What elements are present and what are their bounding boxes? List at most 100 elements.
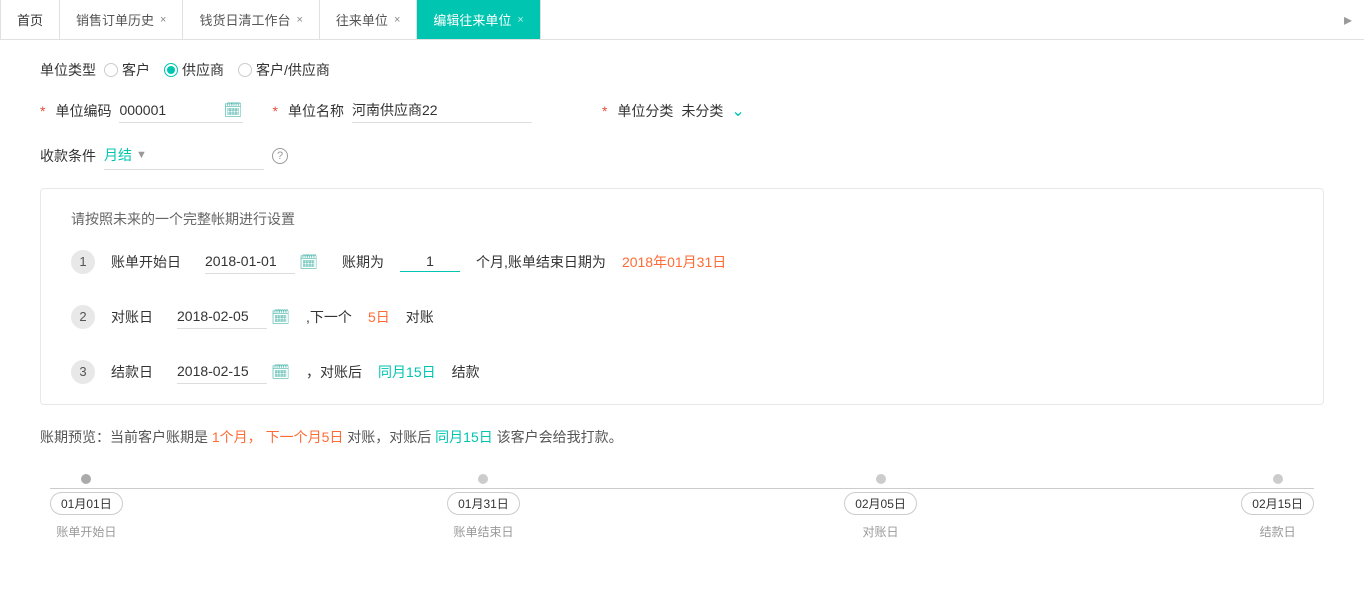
- timeline-dot-3: [876, 474, 886, 484]
- payment-help-icon[interactable]: ?: [272, 148, 288, 164]
- period-settings-box: 请按照未来的一个完整帐期进行设置 1 账单开始日 🗓 账期为 个月,账单结束日期…: [40, 188, 1324, 405]
- unit-class-value: 未分类: [681, 101, 723, 121]
- tab-partner[interactable]: 往来单位 ×: [320, 0, 417, 39]
- period-row-3: 3 结款日 🗓 ，对账后 同月15日 结款: [71, 359, 1293, 384]
- payment-field: 收款条件 月结 ▼ ?: [40, 141, 288, 170]
- tab-home-label: 首页: [17, 10, 43, 29]
- tab-sales-history[interactable]: 销售订单历史 ×: [60, 0, 183, 39]
- timeline-date-2: 01月31日: [447, 492, 520, 515]
- radio-customer[interactable]: 客户: [104, 60, 150, 80]
- period-day-highlight: 5日: [368, 307, 390, 327]
- unit-type-field: 单位类型 客户 供应商 客户/供应商: [40, 60, 330, 80]
- period-num-3: 3: [71, 360, 95, 384]
- period-num-2: 2: [71, 305, 95, 329]
- timeline-dot-2: [478, 474, 488, 484]
- timeline: 01月01日 账单开始日 01月31日 账单结束日 02月05日 对账日 02月…: [40, 474, 1324, 540]
- radio-customer-circle: [104, 63, 118, 77]
- timeline-points: 01月01日 账单开始日 01月31日 账单结束日 02月05日 对账日 02月…: [50, 474, 1314, 540]
- timeline-point-1: 01月01日 账单开始日: [50, 474, 123, 540]
- tab-cash-work[interactable]: 钱货日清工作台 ×: [183, 0, 319, 39]
- timeline-sublabel-1: 账单开始日: [56, 523, 116, 540]
- unit-class-star: *: [602, 103, 607, 119]
- unit-class-arrow[interactable]: ⌄: [731, 101, 744, 121]
- tab-cash-label: 钱货日清工作台: [199, 10, 290, 29]
- timeline-date-4: 02月15日: [1241, 492, 1314, 515]
- radio-both-label: 客户/供应商: [256, 60, 330, 80]
- radio-supplier[interactable]: 供应商: [164, 60, 224, 80]
- tab-scroll-right[interactable]: ▸: [1332, 10, 1364, 30]
- period-row-2: 2 对账日 🗓 ,下一个 5日 对账: [71, 304, 1293, 329]
- period-suffix-1: 账期为: [342, 252, 384, 272]
- timeline-sublabel-3: 对账日: [863, 523, 899, 540]
- period-num-1: 1: [71, 250, 95, 274]
- unit-name-label: 单位名称: [288, 101, 344, 121]
- radio-supplier-circle: [164, 63, 178, 77]
- tab-partner-label: 往来单位: [336, 10, 388, 29]
- payment-label: 收款条件: [40, 146, 96, 166]
- tab-edit-partner-label: 编辑往来单位: [433, 10, 511, 29]
- tab-cash-close[interactable]: ×: [296, 14, 302, 26]
- preview-part2: 下一个月5日: [266, 429, 344, 445]
- timeline-point-2: 01月31日 账单结束日: [447, 474, 520, 540]
- period-label-1: 账单开始日: [111, 252, 181, 272]
- period-date-2: 🗓: [177, 304, 290, 329]
- period-cal-2[interactable]: 🗓: [271, 308, 290, 326]
- tab-edit-partner[interactable]: 编辑往来单位 ×: [417, 0, 540, 39]
- timeline-dot-4: [1273, 474, 1283, 484]
- period-cal-1[interactable]: 🗓: [299, 253, 318, 271]
- unit-class-select[interactable]: 未分类 ⌄: [681, 101, 744, 121]
- unit-code-star: *: [40, 103, 45, 119]
- timeline-sublabel-2: 账单结束日: [453, 523, 513, 540]
- timeline-date-3: 02月05日: [844, 492, 917, 515]
- timeline-point-4: 02月15日 结款日: [1241, 474, 1314, 540]
- timeline-dot-1: [81, 474, 91, 484]
- period-date-input-3[interactable]: [177, 359, 267, 384]
- radio-customer-label: 客户: [122, 60, 150, 80]
- preview-part1: 1个月，: [212, 429, 262, 445]
- unit-code-input[interactable]: [119, 98, 219, 122]
- main-content: 单位类型 客户 供应商 客户/供应商 * 单位编码: [0, 40, 1364, 608]
- payment-row: 收款条件 月结 ▼ ?: [40, 141, 1324, 170]
- payment-value: 月结: [104, 145, 132, 165]
- preview-suffix: 该客户会给我打款。: [497, 429, 623, 445]
- period-unit-1: 个月,账单结束日期为: [476, 252, 606, 272]
- tab-sales-close[interactable]: ×: [160, 14, 166, 26]
- unit-name-field: * 单位名称: [273, 98, 532, 123]
- timeline-point-3: 02月05日 对账日: [844, 474, 917, 540]
- period-row-1: 1 账单开始日 🗓 账期为 个月,账单结束日期为 2018年01月31日: [71, 249, 1293, 274]
- unit-class-label: 单位分类: [617, 101, 673, 121]
- preview-part3: 对账，对账后: [347, 429, 431, 445]
- period-date-input-1[interactable]: [205, 249, 295, 274]
- tab-home[interactable]: 首页: [0, 0, 60, 39]
- tab-edit-partner-close[interactable]: ×: [517, 14, 523, 26]
- unit-class-field: * 单位分类 未分类 ⌄: [602, 101, 745, 121]
- period-title: 请按照未来的一个完整帐期进行设置: [71, 209, 1293, 229]
- unit-code-field: * 单位编码 🗓: [40, 98, 243, 123]
- preview-section: 账期预览：当前客户账期是 1个月， 下一个月5日 对账，对账后 同月15日 该客…: [40, 425, 1324, 450]
- period-date-1: 🗓: [205, 249, 318, 274]
- period-prefix-3: ，对账后: [306, 362, 362, 382]
- tab-partner-close[interactable]: ×: [394, 14, 400, 26]
- timeline-sublabel-4: 结款日: [1260, 523, 1296, 540]
- unit-type-label: 单位类型: [40, 60, 96, 80]
- payment-dropdown[interactable]: 月结 ▼: [104, 141, 264, 170]
- unit-name-input[interactable]: [352, 98, 532, 123]
- tab-sales-label: 销售订单历史: [76, 10, 154, 29]
- tab-bar: 首页 销售订单历史 × 钱货日清工作台 × 往来单位 × 编辑往来单位 × ▸: [0, 0, 1364, 40]
- unit-info-row: * 单位编码 🗓 * 单位名称 * 单位分类 未分类 ⌄: [40, 98, 1324, 123]
- period-end-date: 2018年01月31日: [622, 252, 726, 272]
- radio-both[interactable]: 客户/供应商: [238, 60, 330, 80]
- preview-part4: 同月15日: [435, 429, 493, 445]
- unit-code-icon[interactable]: 🗓: [223, 101, 242, 119]
- period-prefix-2: ,下一个: [306, 307, 352, 327]
- period-suffix-2: 对账: [406, 307, 434, 327]
- unit-name-star: *: [273, 103, 278, 119]
- radio-group: 客户 供应商 客户/供应商: [104, 60, 330, 80]
- period-date-input-2[interactable]: [177, 304, 267, 329]
- payment-dropdown-arrow: ▼: [136, 149, 147, 161]
- period-label-2: 对账日: [111, 307, 153, 327]
- period-months-input[interactable]: [400, 251, 460, 272]
- unit-code-label: 单位编码: [55, 101, 111, 121]
- period-cal-3[interactable]: 🗓: [271, 363, 290, 381]
- radio-both-circle: [238, 63, 252, 77]
